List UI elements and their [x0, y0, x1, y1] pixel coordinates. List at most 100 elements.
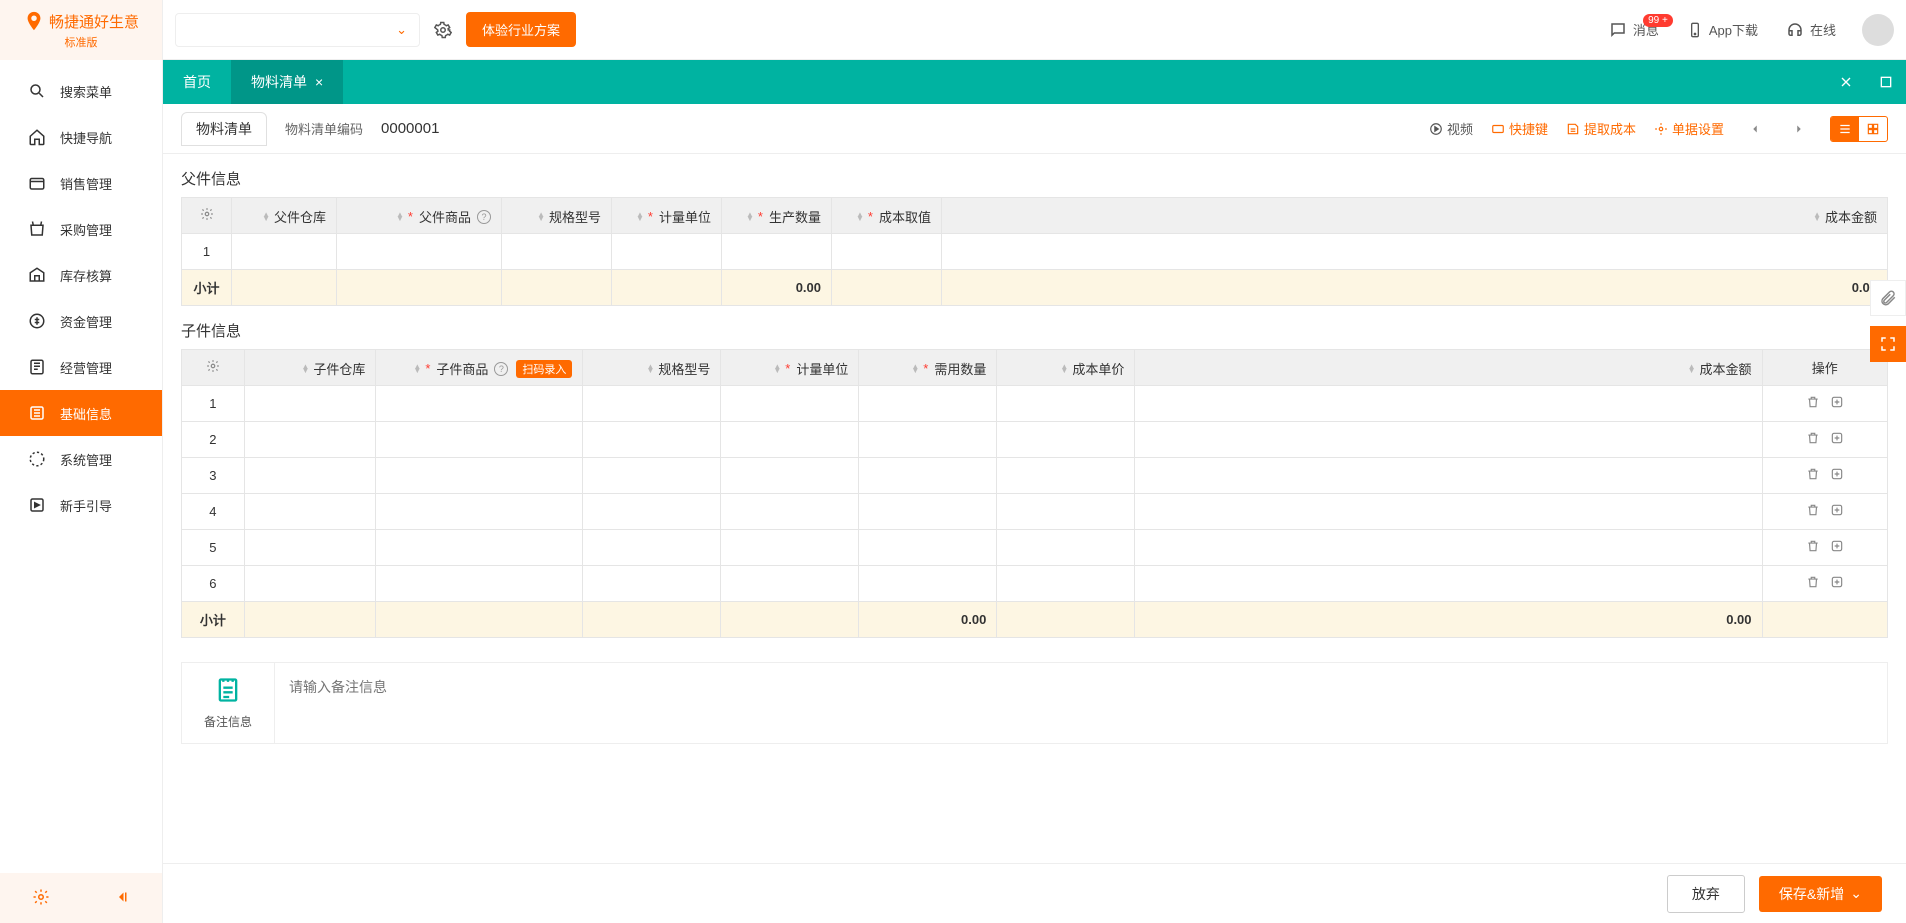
cell-child-product[interactable]	[376, 530, 583, 566]
gear-icon[interactable]	[200, 209, 214, 224]
col-parent-qty[interactable]: ▲▼*生产数量	[722, 198, 832, 234]
cell-child-spec[interactable]	[583, 566, 721, 602]
attachment-button[interactable]	[1870, 280, 1906, 316]
delete-row-icon[interactable]	[1806, 431, 1820, 448]
col-child-warehouse[interactable]: ▲▼子件仓库	[244, 350, 376, 386]
cell-child-unit-cost[interactable]	[997, 386, 1135, 422]
cell-child-warehouse[interactable]	[244, 422, 376, 458]
help-icon[interactable]: ?	[477, 210, 491, 224]
child-row[interactable]: 5	[182, 530, 1888, 566]
cell-child-amount[interactable]	[1135, 422, 1762, 458]
col-parent-amount[interactable]: ▲▼成本金额	[942, 198, 1888, 234]
view-card-button[interactable]	[1859, 117, 1887, 141]
cell-child-warehouse[interactable]	[244, 494, 376, 530]
nav-item-search[interactable]: 搜索菜单	[0, 68, 162, 114]
cell-child-qty[interactable]	[859, 530, 997, 566]
child-row[interactable]: 4	[182, 494, 1888, 530]
cell-child-unit[interactable]	[721, 458, 859, 494]
cell-child-unit-cost[interactable]	[997, 458, 1135, 494]
col-child-product[interactable]: ▲▼*子件商品?扫码录入	[376, 350, 583, 386]
remark-input[interactable]	[274, 663, 1887, 743]
cell-child-unit[interactable]	[721, 530, 859, 566]
cell-child-warehouse[interactable]	[244, 458, 376, 494]
cell-child-amount[interactable]	[1135, 494, 1762, 530]
child-row[interactable]: 6	[182, 566, 1888, 602]
topbar-settings-button[interactable]	[428, 15, 458, 45]
cell-child-spec[interactable]	[583, 422, 721, 458]
cell-child-qty[interactable]	[859, 494, 997, 530]
cell-child-spec[interactable]	[583, 530, 721, 566]
cell-child-spec[interactable]	[583, 458, 721, 494]
nav-item-purchase[interactable]: 采购管理	[0, 206, 162, 252]
save-and-new-button[interactable]: 保存&新增 ⌄	[1759, 876, 1882, 912]
nav-item-baseinfo[interactable]: 基础信息	[0, 390, 162, 436]
col-parent-product[interactable]: ▲▼*父件商品?	[337, 198, 502, 234]
cell-child-unit[interactable]	[721, 566, 859, 602]
add-row-icon[interactable]	[1830, 395, 1844, 412]
cell-child-qty[interactable]	[859, 386, 997, 422]
child-row[interactable]: 2	[182, 422, 1888, 458]
prev-record-button[interactable]	[1742, 116, 1768, 142]
settings-icon[interactable]	[32, 888, 50, 909]
cell-child-unit-cost[interactable]	[997, 422, 1135, 458]
tabs-more-button[interactable]	[1866, 60, 1906, 104]
nav-item-biz[interactable]: 经营管理	[0, 344, 162, 390]
messages-link[interactable]: 消息 99 +	[1599, 20, 1669, 39]
cell-child-product[interactable]	[376, 494, 583, 530]
cell-child-warehouse[interactable]	[244, 386, 376, 422]
delete-row-icon[interactable]	[1806, 395, 1820, 412]
col-child-qty[interactable]: ▲▼*需用数量	[859, 350, 997, 386]
cell-parent-amount[interactable]	[942, 234, 1888, 270]
fullscreen-button[interactable]	[1870, 326, 1906, 362]
cell-child-product[interactable]	[376, 422, 583, 458]
nav-item-guide[interactable]: 新手引导	[0, 482, 162, 528]
child-row[interactable]: 1	[182, 386, 1888, 422]
video-link[interactable]: 视频	[1429, 119, 1473, 138]
nav-item-money[interactable]: 资金管理	[0, 298, 162, 344]
cta-industry-button[interactable]: 体验行业方案	[466, 12, 576, 47]
col-child-unit-cost[interactable]: ▲▼成本单价	[997, 350, 1135, 386]
add-row-icon[interactable]	[1830, 503, 1844, 520]
add-row-icon[interactable]	[1830, 539, 1844, 556]
cell-child-qty[interactable]	[859, 566, 997, 602]
tab-close-icon[interactable]: ×	[315, 74, 323, 90]
next-record-button[interactable]	[1786, 116, 1812, 142]
cell-child-qty[interactable]	[859, 422, 997, 458]
col-parent-spec[interactable]: ▲▼规格型号	[502, 198, 612, 234]
cell-child-unit[interactable]	[721, 494, 859, 530]
tab-home[interactable]: 首页	[163, 60, 231, 104]
tabs-close-all-button[interactable]	[1826, 60, 1866, 104]
tab-bom[interactable]: 物料清单 ×	[231, 60, 343, 104]
col-parent-cost-method[interactable]: ▲▼*成本取值	[832, 198, 942, 234]
col-parent-warehouse[interactable]: ▲▼父件仓库	[232, 198, 337, 234]
gear-icon[interactable]	[206, 361, 220, 376]
add-row-icon[interactable]	[1830, 431, 1844, 448]
nav-item-system[interactable]: 系统管理	[0, 436, 162, 482]
nav-item-sales[interactable]: 销售管理	[0, 160, 162, 206]
cell-parent-product[interactable]	[337, 234, 502, 270]
nav-item-quicknav[interactable]: 快捷导航	[0, 114, 162, 160]
cell-child-unit-cost[interactable]	[997, 566, 1135, 602]
col-parent-unit[interactable]: ▲▼*计量单位	[612, 198, 722, 234]
cell-child-amount[interactable]	[1135, 458, 1762, 494]
cell-child-unit[interactable]	[721, 386, 859, 422]
col-child-amount[interactable]: ▲▼成本金额	[1135, 350, 1762, 386]
cell-child-unit-cost[interactable]	[997, 530, 1135, 566]
delete-row-icon[interactable]	[1806, 467, 1820, 484]
cell-child-unit[interactable]	[721, 422, 859, 458]
cell-child-product[interactable]	[376, 566, 583, 602]
cell-child-product[interactable]	[376, 386, 583, 422]
cell-parent-unit[interactable]	[612, 234, 722, 270]
cell-child-warehouse[interactable]	[244, 566, 376, 602]
company-selector[interactable]: ⌄	[175, 13, 420, 47]
cell-child-amount[interactable]	[1135, 386, 1762, 422]
app-download-link[interactable]: App下载	[1677, 20, 1768, 39]
delete-row-icon[interactable]	[1806, 575, 1820, 592]
delete-row-icon[interactable]	[1806, 503, 1820, 520]
cell-child-unit-cost[interactable]	[997, 494, 1135, 530]
cell-child-warehouse[interactable]	[244, 530, 376, 566]
add-row-icon[interactable]	[1830, 467, 1844, 484]
cell-parent-cost-method[interactable]	[832, 234, 942, 270]
doc-setting-link[interactable]: 单据设置	[1654, 119, 1724, 138]
delete-row-icon[interactable]	[1806, 539, 1820, 556]
